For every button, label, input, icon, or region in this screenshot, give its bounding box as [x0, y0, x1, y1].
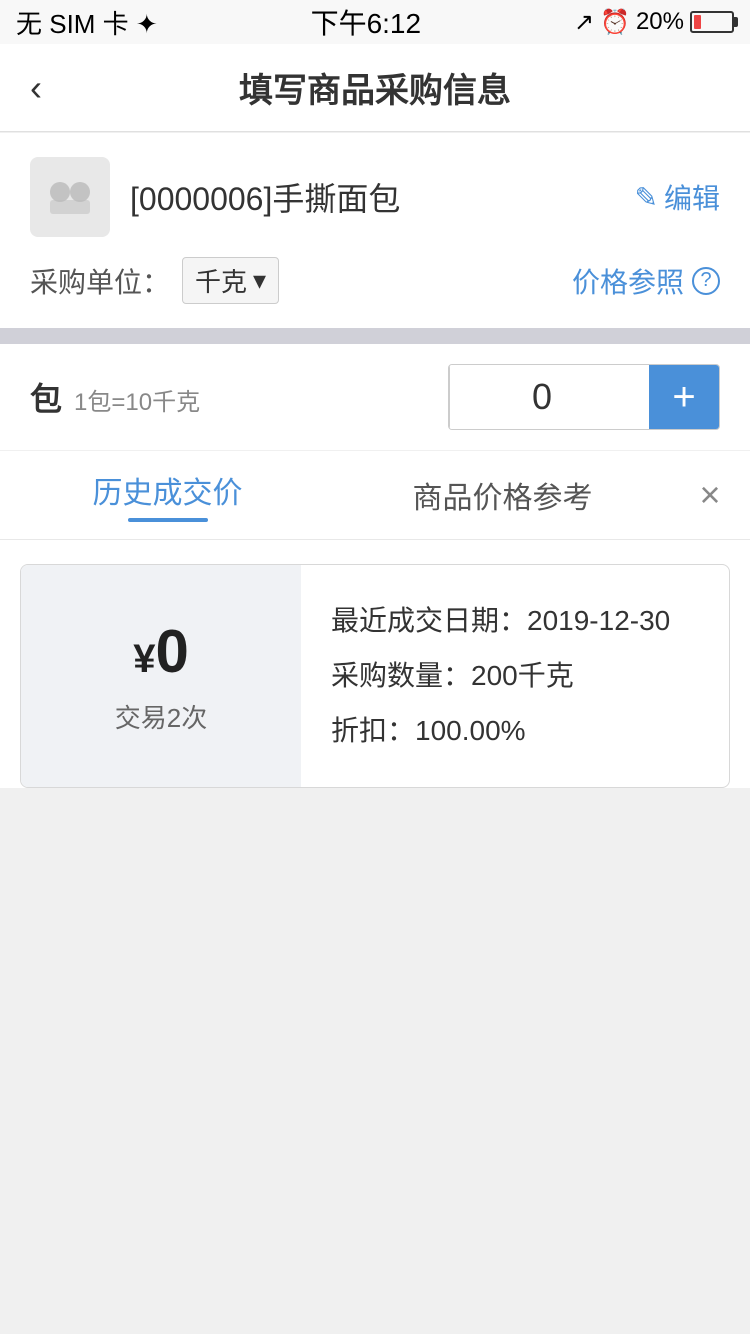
back-button[interactable]: ‹: [0, 67, 72, 109]
status-right: ↗ ⏰ 20%: [574, 8, 734, 37]
location-icon: ↗: [574, 8, 594, 37]
sim-status: 无 SIM 卡 ✦: [16, 4, 158, 41]
detail-quantity: 采购数量：200千克: [331, 656, 699, 695]
tab-close-button[interactable]: ×: [670, 451, 750, 539]
alarm-icon: ⏰: [600, 8, 630, 37]
quantity-unit-sub: 1包=10千克: [74, 382, 200, 417]
detail-discount: 折扣：100.00%: [331, 711, 699, 750]
status-left: 无 SIM 卡 ✦: [16, 4, 158, 41]
status-time: 下午6:12: [311, 2, 422, 42]
unit-selector[interactable]: 千克 ▾: [182, 257, 279, 304]
product-logo-icon: [40, 167, 100, 227]
product-header: [0000006]手撕面包 ✎ 编辑: [30, 157, 720, 237]
product-section: [0000006]手撕面包 ✎ 编辑 采购单位： 千克 ▾ 价格参照 ?: [0, 133, 750, 328]
battery-icon: [690, 11, 734, 33]
nav-bar: ‹ 填写商品采购信息: [0, 44, 750, 132]
edit-button[interactable]: ✎ 编辑: [635, 177, 720, 217]
product-thumbnail: [30, 157, 110, 237]
unit-label: 采购单位：: [30, 261, 170, 301]
quantity-unit-main: 包: [30, 374, 62, 420]
chevron-down-icon: ▾: [253, 265, 266, 296]
status-bar: 无 SIM 卡 ✦ 下午6:12 ↗ ⏰ 20%: [0, 0, 750, 44]
tab-price-reference[interactable]: 商品价格参考: [335, 451, 670, 539]
help-icon: ?: [692, 267, 720, 295]
quantity-row: 包 1包=10千克 +: [0, 344, 750, 450]
quantity-control: +: [448, 364, 720, 430]
quantity-label: 包 1包=10千克: [30, 374, 200, 420]
product-unit-row: 采购单位： 千克 ▾ 价格参照 ?: [30, 257, 720, 304]
unit-left: 采购单位： 千克 ▾: [30, 257, 279, 304]
trade-count: 交易2次: [115, 698, 207, 735]
tab-active-indicator: [128, 518, 208, 522]
main-content: 历史成交价 商品价格参考 × ¥0 交易2次 最近成交日期：2019-12-30: [0, 451, 750, 1051]
price-card-left: ¥0 交易2次: [21, 565, 301, 787]
tab-history-price[interactable]: 历史成交价: [0, 451, 335, 539]
edit-icon: ✎: [635, 181, 658, 214]
battery-percent: 20%: [636, 8, 684, 36]
price-card-right: 最近成交日期：2019-12-30 采购数量：200千克 折扣：100.00%: [301, 565, 729, 787]
section-divider: [0, 328, 750, 344]
tab-bar: 历史成交价 商品价格参考 ×: [0, 451, 750, 540]
price-card: ¥0 交易2次 最近成交日期：2019-12-30 采购数量：200千克 折扣：…: [20, 564, 730, 788]
page-title: 填写商品采购信息: [239, 63, 511, 112]
price-amount: ¥0: [133, 617, 189, 686]
detail-date: 最近成交日期：2019-12-30: [331, 601, 699, 640]
product-name: [0000006]手撕面包: [130, 174, 400, 220]
quantity-plus-button[interactable]: +: [649, 365, 719, 429]
product-info-left: [0000006]手撕面包: [30, 157, 400, 237]
price-reference-button[interactable]: 价格参照 ?: [572, 261, 720, 301]
tab-section: 历史成交价 商品价格参考 × ¥0 交易2次 最近成交日期：2019-12-30: [0, 451, 750, 788]
currency-symbol: ¥: [133, 637, 155, 681]
quantity-input[interactable]: [449, 365, 649, 429]
